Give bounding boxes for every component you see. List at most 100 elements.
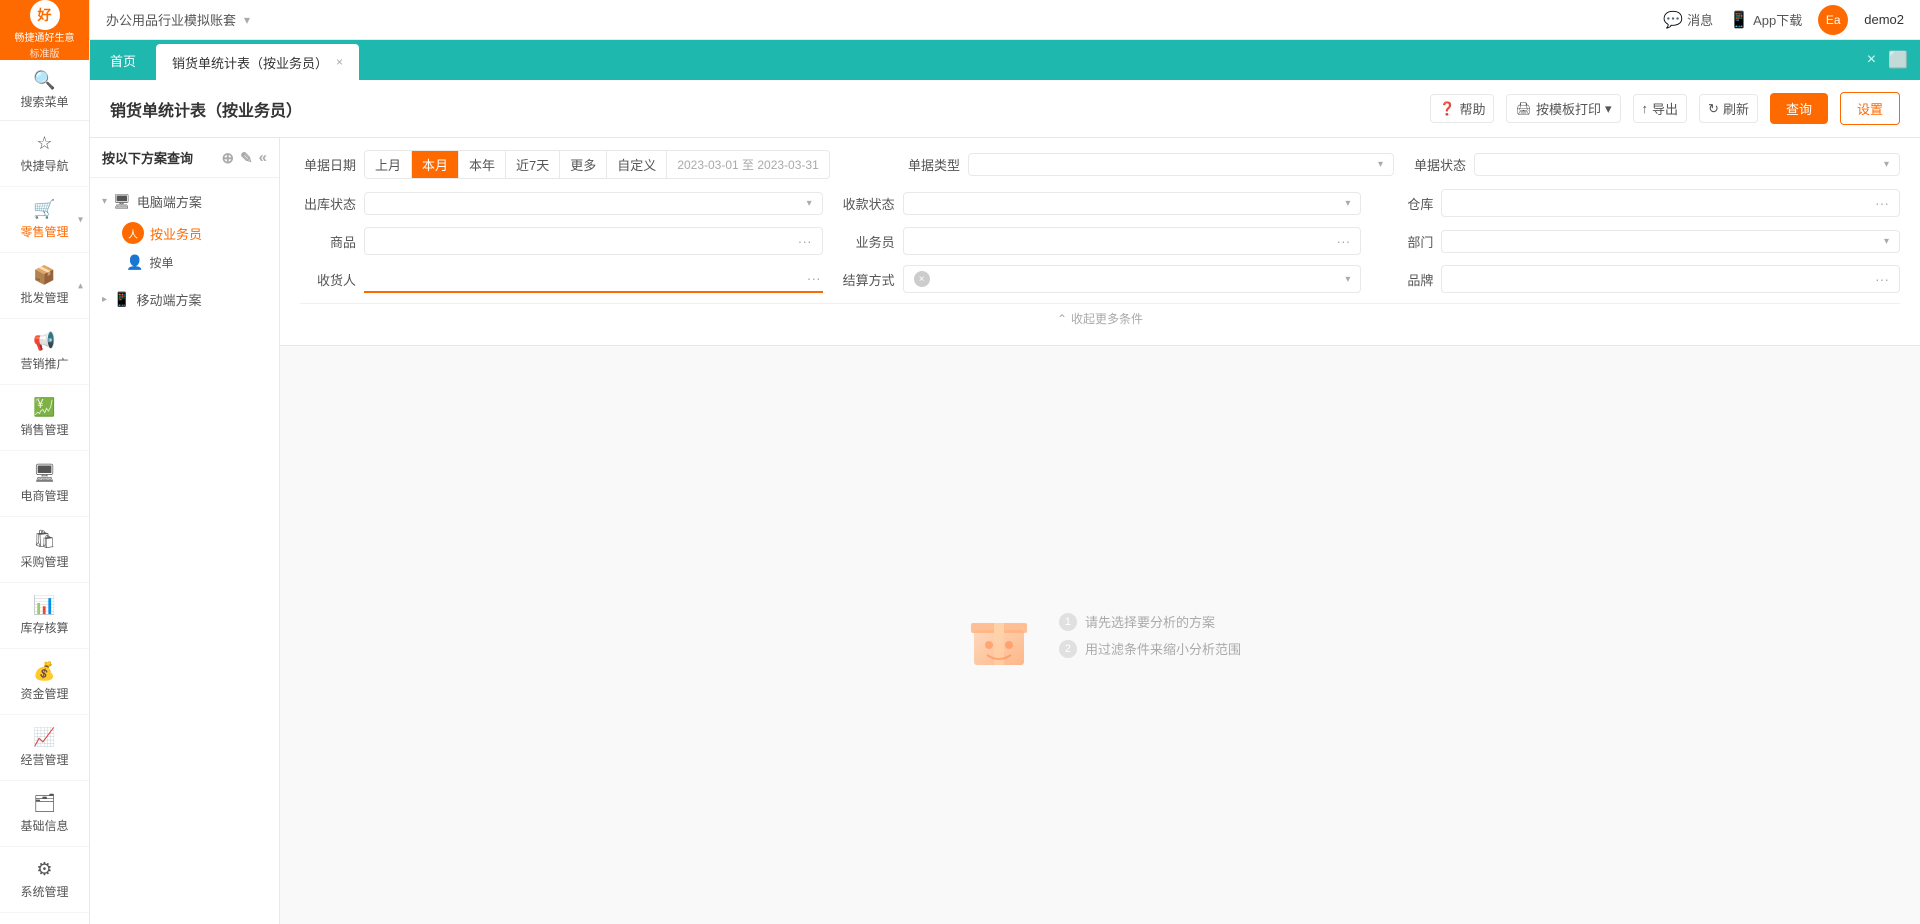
sidebar-item-label: 采购管理	[20, 553, 68, 570]
export-button[interactable]: ↑ 导出	[1633, 94, 1688, 123]
logo-icon: 好	[30, 0, 60, 30]
sidebar-item-finance[interactable]: 💰 资金管理	[0, 649, 89, 715]
tab-minimize-icon[interactable]: ×	[1867, 51, 1876, 69]
tree-mobile-scheme[interactable]: ▸ 📱 移动端方案	[90, 284, 279, 315]
sidebar-item-label: 经营管理	[20, 751, 68, 768]
tab-active-label: 销货单统计表（按业务员）	[172, 53, 328, 72]
sidebar-item-purchase[interactable]: 🛍 采购管理	[0, 517, 89, 583]
salesperson-label: 按业务员	[150, 224, 202, 243]
sidebar-item-enterprise[interactable]: 🤝 企业协同	[0, 913, 89, 924]
help-button[interactable]: ❓ 帮助	[1430, 94, 1494, 123]
tab-active[interactable]: 销货单统计表（按业务员） ×	[156, 44, 359, 80]
salesperson-input[interactable]: ···	[903, 227, 1362, 255]
header-dropdown-icon[interactable]: ▾	[244, 13, 250, 27]
brand-label: 品牌	[1377, 270, 1433, 289]
more-icon: ···	[798, 233, 812, 249]
date-this-month[interactable]: 本月	[412, 151, 459, 178]
collapse-label: 收起更多条件	[1071, 310, 1143, 327]
goods-input[interactable]: ···	[364, 227, 823, 255]
export-icon: ↑	[1642, 101, 1649, 116]
add-scheme-icon[interactable]: ⊕	[222, 149, 235, 167]
doc-status-input[interactable]: ▾	[1474, 153, 1900, 176]
collapse-bar[interactable]: ⌃ 收起更多条件	[300, 303, 1900, 333]
tree-child-salesperson: 人 按业务员	[90, 217, 279, 249]
sidebar-item-quick-nav[interactable]: ☆ 快捷导航	[0, 121, 89, 187]
settings-button[interactable]: 设置	[1840, 92, 1900, 125]
header-left: 办公用品行业模拟账套 ▾	[106, 10, 250, 29]
warehouse-input[interactable]: ···	[1441, 189, 1900, 217]
sidebar-item-operations[interactable]: 📈 经营管理	[0, 715, 89, 781]
date-custom[interactable]: 自定义	[607, 151, 667, 178]
tree-item-order[interactable]: 👤 按单	[90, 249, 279, 276]
sidebar-item-inventory[interactable]: 📊 库存核算	[0, 583, 89, 649]
panel-header-actions: ⊕ ✎ «	[222, 149, 268, 167]
sidebar-item-label: 快捷导航	[20, 157, 68, 174]
print-button[interactable]: 🖨 按模板打印 ▾	[1506, 94, 1620, 123]
more-icon: ···	[1875, 195, 1889, 211]
edit-scheme-icon[interactable]: ✎	[240, 149, 253, 167]
chevron-down-icon: ▾	[1345, 198, 1350, 209]
refresh-button[interactable]: ↻ 刷新	[1699, 94, 1758, 123]
filter-doc-status: 单据状态 ▾	[1410, 153, 1900, 176]
sidebar-item-basic[interactable]: 🗂 基础信息	[0, 781, 89, 847]
tab-home[interactable]: 首页	[90, 40, 156, 80]
sidebar-item-wholesale[interactable]: 📦 批发管理 ▴	[0, 253, 89, 319]
tree-item-salesperson[interactable]: 人 按业务员	[114, 217, 279, 249]
date-more[interactable]: 更多	[560, 151, 607, 178]
sidebar-item-marketing[interactable]: 📢 营销推广	[0, 319, 89, 385]
sidebar-item-retail[interactable]: 🛒 零售管理 ▾	[0, 187, 89, 253]
panel-header: 按以下方案查询 ⊕ ✎ «	[90, 138, 279, 178]
star-icon: ☆	[36, 133, 52, 154]
print-label: 按模板打印	[1536, 99, 1601, 118]
hint-1-text: 请先选择要分析的方案	[1085, 612, 1215, 631]
tab-close-icon[interactable]: ×	[336, 55, 343, 69]
sidebar: 好 畅捷通好生意 标准版 🔍 搜索菜单 ☆ 快捷导航 🛒 零售管理 ▾ 📦 批发…	[0, 0, 90, 924]
department-input[interactable]: ▾	[1441, 230, 1900, 253]
filter-doc-type: 单据类型 ▾	[904, 153, 1394, 176]
empty-content: 1 请先选择要分析的方案 2 用过滤条件来缩小分析范围	[959, 595, 1241, 675]
delivery-input[interactable]: ▾	[364, 192, 823, 215]
collapse-up-icon: ⌃	[1057, 312, 1067, 326]
sidebar-logo[interactable]: 好 畅捷通好生意 标准版	[0, 0, 90, 60]
user-name: demo2	[1864, 12, 1904, 27]
retail-icon: 🛒	[33, 199, 55, 220]
brand-input[interactable]: ···	[1441, 265, 1900, 293]
date-group: 上月 本月 本年 近7天 更多 自定义 2023-03-01 至 2023-03…	[364, 150, 830, 179]
sidebar-item-label: 销售管理	[20, 421, 68, 438]
app-download-button[interactable]: 📱 App下载	[1729, 10, 1802, 30]
settlement-input[interactable]: × ▾	[903, 265, 1362, 293]
query-button[interactable]: 查询	[1770, 93, 1828, 124]
payment-input[interactable]: ▾	[903, 192, 1362, 215]
page-content: 销货单统计表（按业务员） ❓ 帮助 🖨 按模板打印 ▾ ↑ 导出 ↻ 刷新	[90, 80, 1920, 924]
empty-state: 1 请先选择要分析的方案 2 用过滤条件来缩小分析范围	[280, 346, 1920, 924]
doc-type-input[interactable]: ▾	[968, 153, 1394, 176]
date-last-month[interactable]: 上月	[365, 151, 412, 178]
sidebar-item-ecommerce[interactable]: 🖥 电商管理	[0, 451, 89, 517]
doc-type-label: 单据类型	[904, 155, 960, 174]
print-icon: 🖨	[1515, 101, 1532, 117]
sidebar-item-label: 系统管理	[20, 883, 68, 900]
tree-section: ▾ 🖥 电脑端方案 人 按业务员	[90, 178, 279, 323]
expand-icon: ▸	[102, 294, 107, 305]
inventory-icon: 📊	[33, 595, 55, 616]
more-icon: ···	[1336, 233, 1350, 249]
mobile-scheme-label: 移动端方案	[136, 290, 201, 309]
tab-maximize-icon[interactable]: ⬜	[1888, 50, 1908, 70]
sidebar-item-sales[interactable]: 💹 销售管理	[0, 385, 89, 451]
more-icon: ···	[807, 270, 821, 286]
collapse-panel-icon[interactable]: «	[259, 149, 267, 167]
filter-goods: 商品 ···	[300, 227, 823, 255]
message-button[interactable]: 💬 消息	[1663, 10, 1713, 30]
hint-1-num: 1	[1059, 613, 1077, 631]
goods-label: 商品	[300, 232, 356, 251]
tree-pc-scheme[interactable]: ▾ 🖥 电脑端方案	[90, 186, 279, 217]
clear-settlement-icon[interactable]: ×	[914, 271, 930, 287]
user-avatar[interactable]: Ea	[1818, 5, 1848, 35]
chevron-down-icon: ▾	[1378, 159, 1383, 170]
consignee-input[interactable]: ···	[364, 265, 823, 293]
sidebar-item-system[interactable]: ⚙ 系统管理	[0, 847, 89, 913]
date-this-year[interactable]: 本年	[459, 151, 506, 178]
date-last-7-days[interactable]: 近7天	[506, 151, 560, 178]
search-menu-item[interactable]: 🔍 搜索菜单	[0, 60, 89, 121]
sidebar-item-label: 基础信息	[20, 817, 68, 834]
